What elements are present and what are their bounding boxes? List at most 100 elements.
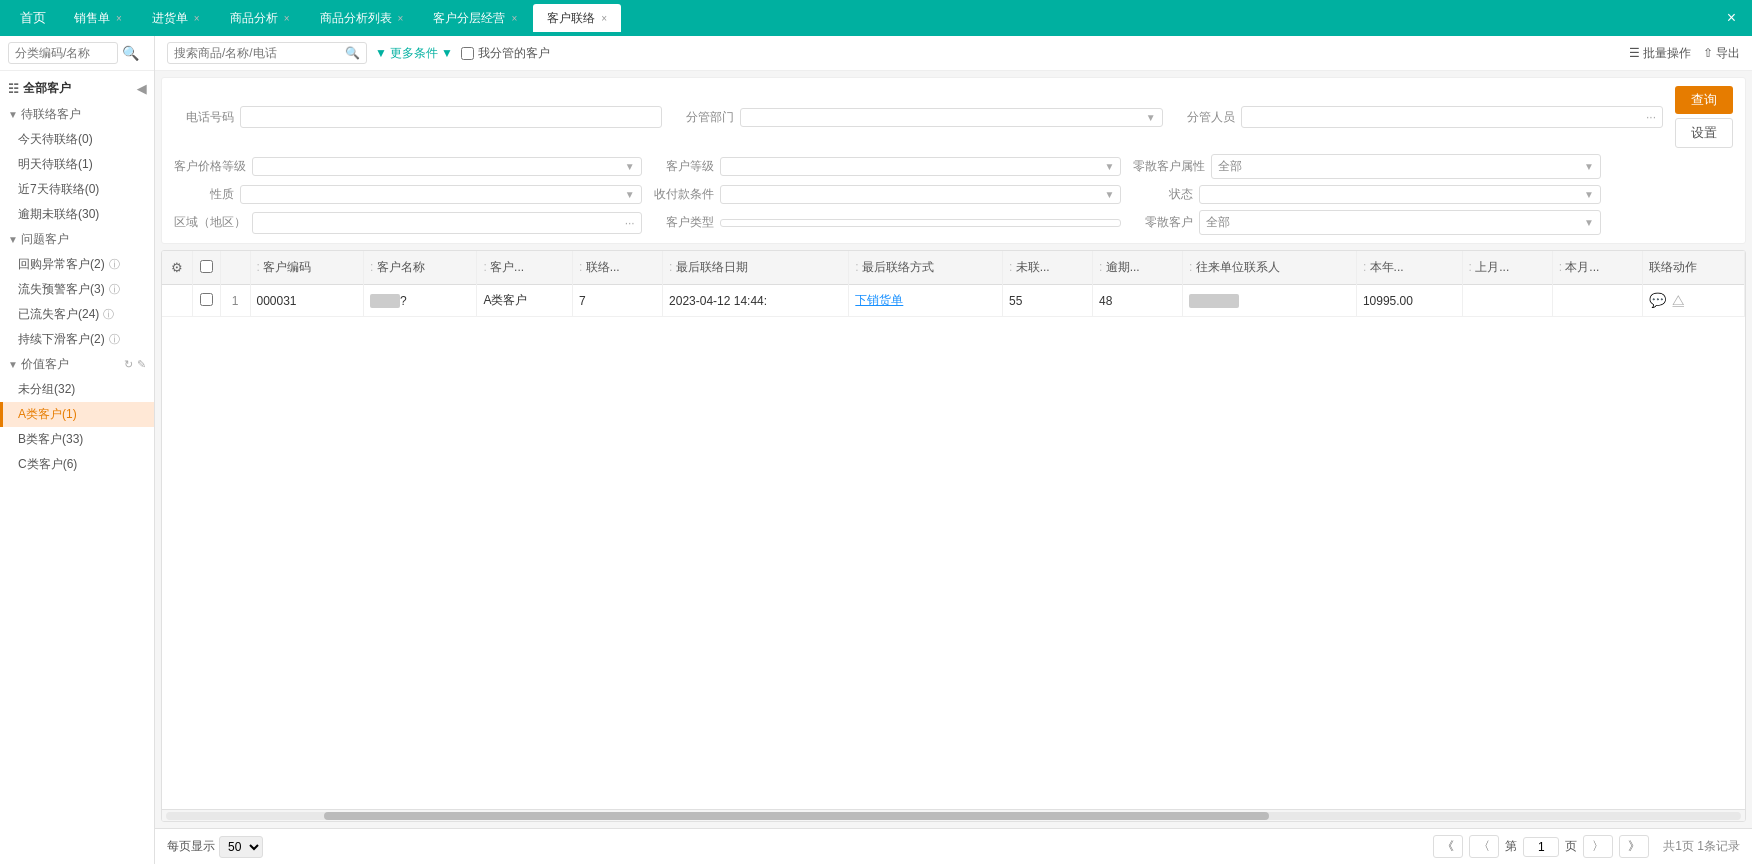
tab-customer-tier[interactable]: 客户分层经营 × xyxy=(419,4,531,32)
triangle-icon3: ▼ xyxy=(8,359,18,370)
close-product-analysis-tab[interactable]: × xyxy=(284,13,290,24)
close-product-analysis-list-tab[interactable]: × xyxy=(398,13,404,24)
group-pending-contact[interactable]: ▼ 待联络客户 xyxy=(0,102,154,127)
sidebar-item-declining[interactable]: 持续下滑客户(2) ⓘ xyxy=(0,327,154,352)
row-checkbox[interactable] xyxy=(200,293,213,306)
nature-arrow-icon: ▼ xyxy=(625,189,635,200)
price-level-arrow-icon: ▼ xyxy=(625,161,635,172)
batch-ops-button[interactable]: ☰ 批量操作 xyxy=(1629,45,1691,62)
person-more-icon[interactable]: ··· xyxy=(1646,110,1656,124)
retail-attr-select[interactable]: 全部 ▼ xyxy=(1211,154,1601,179)
area-more-icon[interactable]: ··· xyxy=(625,216,635,230)
area-select[interactable]: ··· xyxy=(252,212,642,234)
contact-method-link[interactable]: 下销货单 xyxy=(855,293,903,307)
page-number-input[interactable] xyxy=(1523,837,1559,857)
th-last-month[interactable]: 上月... xyxy=(1462,251,1552,285)
th-no-contact[interactable]: 未联... xyxy=(1003,251,1093,285)
th-last-contact-date[interactable]: 最后联络日期 xyxy=(663,251,849,285)
th-last-contact-method[interactable]: 最后联络方式 xyxy=(849,251,1003,285)
chat-icon[interactable]: 💬 xyxy=(1649,292,1666,309)
payment-select[interactable]: ▼ xyxy=(720,185,1122,204)
sidebar-item-class-b[interactable]: B类客户(33) xyxy=(0,427,154,452)
sidebar-item-class-a[interactable]: A类客户(1) xyxy=(0,402,154,427)
sidebar-item-class-c[interactable]: C类客户(6) xyxy=(0,452,154,477)
column-settings-icon[interactable]: ⚙ xyxy=(171,260,183,275)
next-page-button[interactable]: 〉 xyxy=(1583,835,1613,858)
sidebar-item-unclassified[interactable]: 未分组(32) xyxy=(0,377,154,402)
select-all-checkbox[interactable] xyxy=(200,260,213,273)
filter-bar: 🔍 ▼ 更多条件 ▼ 我分管的客户 ☰ 批量操作 ⇧ 导出 xyxy=(155,36,1752,71)
phone-input[interactable] xyxy=(240,106,662,128)
my-customers-checkbox-label[interactable]: 我分管的客户 xyxy=(461,45,550,62)
th-this-year[interactable]: 本年... xyxy=(1356,251,1462,285)
tab-sales-order[interactable]: 销售单 × xyxy=(60,4,136,32)
page-size-select[interactable]: 50 xyxy=(219,836,263,858)
close-purchase-order-tab[interactable]: × xyxy=(194,13,200,24)
dept-arrow-icon: ▼ xyxy=(1146,112,1156,123)
table-scroll-container[interactable]: ⚙ 客户编码 客户名称 客户... 联络... 最后联络日期 最后联络方式 xyxy=(162,251,1745,809)
tab-product-analysis[interactable]: 商品分析 × xyxy=(216,4,304,32)
refresh-icon[interactable]: ↻ xyxy=(124,358,133,371)
prev-page-button[interactable]: 〈 xyxy=(1469,835,1499,858)
sidebar-item-today-contact[interactable]: 今天待联络(0) xyxy=(0,127,154,152)
td-code: 000031 xyxy=(250,285,363,317)
status-select[interactable]: ▼ xyxy=(1199,185,1601,204)
th-this-month[interactable]: 本月... xyxy=(1552,251,1642,285)
settings-button[interactable]: 设置 xyxy=(1675,118,1733,148)
customer-type-select[interactable] xyxy=(720,219,1122,227)
tab-customer-contact[interactable]: 客户联络 × xyxy=(533,4,621,32)
sidebar-item-7day-contact[interactable]: 近7天待联络(0) xyxy=(0,177,154,202)
price-level-select[interactable]: ▼ xyxy=(252,157,642,176)
customers-table: ⚙ 客户编码 客户名称 客户... 联络... 最后联络日期 最后联络方式 xyxy=(162,251,1745,317)
advanced-filter-panel: 电话号码 分管部门 ▼ 分管人员 ··· xyxy=(161,77,1746,244)
filter-right-actions: ☰ 批量操作 ⇧ 导出 xyxy=(1629,45,1740,62)
sidebar-item-repurchase-abnormal[interactable]: 回购异常客户(2) ⓘ xyxy=(0,252,154,277)
close-sales-order-tab[interactable]: × xyxy=(116,13,122,24)
action-icons: 💬 ⧋ xyxy=(1649,292,1738,309)
sidebar-search-input[interactable] xyxy=(8,42,118,64)
more-conditions-button[interactable]: ▼ 更多条件 ▼ xyxy=(375,45,453,62)
my-customers-checkbox[interactable] xyxy=(461,47,474,60)
horizontal-scrollbar[interactable] xyxy=(162,809,1745,821)
sidebar-search-icon[interactable]: 🔍 xyxy=(122,45,139,61)
tab-purchase-order[interactable]: 进货单 × xyxy=(138,4,214,32)
main-search-icon[interactable]: 🔍 xyxy=(345,46,360,60)
sidebar-item-overdue-contact[interactable]: 逾期未联络(30) xyxy=(0,202,154,227)
sidebar-item-churned[interactable]: 已流失客户(24) ⓘ xyxy=(0,302,154,327)
retail-customer-select[interactable]: 全部 ▼ xyxy=(1199,210,1601,235)
main-search-input[interactable] xyxy=(174,46,341,60)
dept-select[interactable]: ▼ xyxy=(740,108,1162,127)
sidebar-item-tomorrow-contact[interactable]: 明天待联络(1) xyxy=(0,152,154,177)
home-tab[interactable]: 首页 xyxy=(8,9,58,27)
td-action: 💬 ⧋ xyxy=(1642,285,1744,317)
close-customer-contact-tab[interactable]: × xyxy=(601,13,607,24)
query-button[interactable]: 查询 xyxy=(1675,86,1733,114)
td-last-method: 下销货单 xyxy=(849,285,1003,317)
qr-icon[interactable]: ⧋ xyxy=(1672,292,1684,309)
close-customer-tier-tab[interactable]: × xyxy=(511,13,517,24)
person-select[interactable]: ··· xyxy=(1241,106,1663,128)
customer-type-field: 客户类型 xyxy=(654,214,1122,231)
th-unit-contact[interactable]: 往来单位联系人 xyxy=(1183,251,1357,285)
group-problem-customers[interactable]: ▼ 问题客户 xyxy=(0,227,154,252)
all-customers-header[interactable]: ☷ 全部客户 ◀ xyxy=(0,75,154,102)
th-overdue[interactable]: 逾期... xyxy=(1093,251,1183,285)
th-customer-code[interactable]: 客户编码 xyxy=(250,251,363,285)
triangle-icon: ▼ xyxy=(8,109,18,120)
last-page-button[interactable]: 》 xyxy=(1619,835,1649,858)
sidebar-collapse-button[interactable]: ◀ xyxy=(137,82,146,96)
group-value-customers[interactable]: ▼ 价值客户 ↻ ✎ xyxy=(0,352,154,377)
scrollbar-thumb[interactable] xyxy=(324,812,1269,820)
th-customer-level[interactable]: 客户... xyxy=(477,251,573,285)
tab-product-analysis-list[interactable]: 商品分析列表 × xyxy=(306,4,418,32)
sidebar-item-churn-warning[interactable]: 流失预警客户(3) ⓘ xyxy=(0,277,154,302)
export-button[interactable]: ⇧ 导出 xyxy=(1703,45,1740,62)
nature-select[interactable]: ▼ xyxy=(240,185,642,204)
edit-icon[interactable]: ✎ xyxy=(137,358,146,371)
window-close-button[interactable]: × xyxy=(1719,9,1744,27)
filter-row-1: 电话号码 分管部门 ▼ 分管人员 ··· xyxy=(174,86,1733,148)
th-contact[interactable]: 联络... xyxy=(573,251,663,285)
th-customer-name[interactable]: 客户名称 xyxy=(363,251,476,285)
customer-level-select[interactable]: ▼ xyxy=(720,157,1122,176)
first-page-button[interactable]: 《 xyxy=(1433,835,1463,858)
